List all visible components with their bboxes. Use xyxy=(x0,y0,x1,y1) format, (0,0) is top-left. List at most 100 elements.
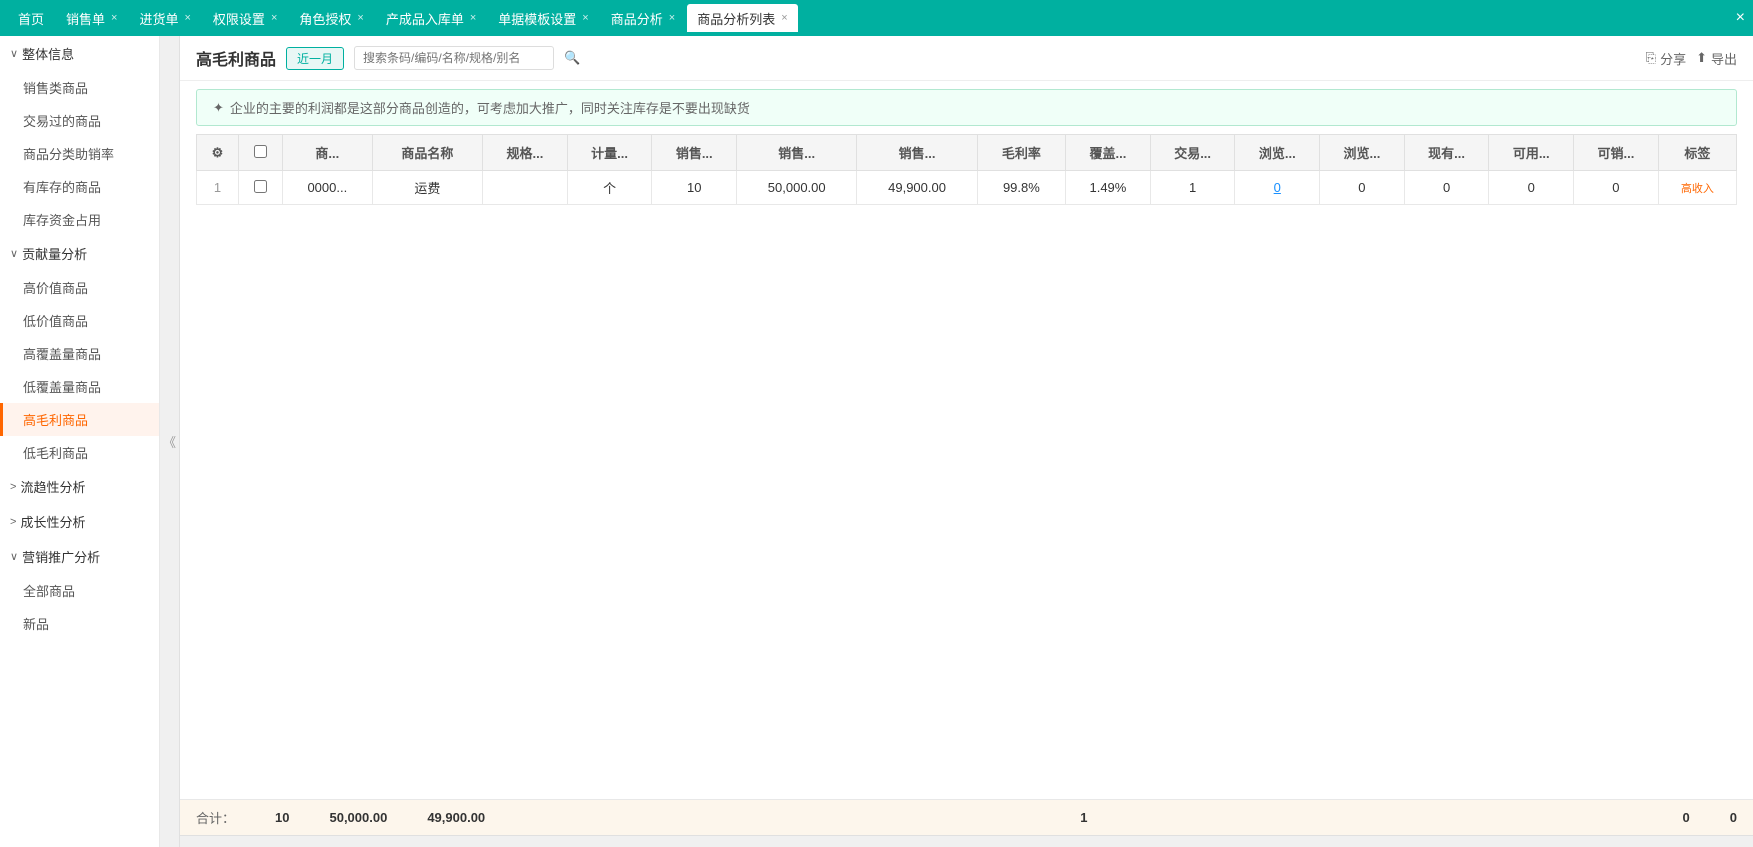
nav-item-商品分析列表[interactable]: 商品分析列表× xyxy=(687,4,797,32)
sidebar-item-低毛利商品[interactable]: 低毛利商品 xyxy=(0,436,159,469)
export-icon: ⬆ xyxy=(1696,50,1707,66)
sidebar-toggle[interactable]: 《 xyxy=(160,36,180,847)
footer-summary: 合计： 10 50,000.00 49,900.00 1 0 0 xyxy=(180,799,1753,835)
cell-sales_cost: 49,900.00 xyxy=(857,171,977,205)
filter-recent-month[interactable]: 近一月 xyxy=(286,47,344,70)
close-tab-icon[interactable]: × xyxy=(669,12,675,24)
notice-text: 企业的主要的利润都是这部分商品创造的，可考虑加大推广，同时关注库存是不要出现缺货 xyxy=(230,98,750,117)
close-tab-icon[interactable]: × xyxy=(470,12,476,24)
cell-browse1: 0 xyxy=(1235,171,1320,205)
cell-sales_amount: 50,000.00 xyxy=(737,171,857,205)
nav-item-进货单[interactable]: 进货单× xyxy=(129,4,200,32)
sidebar-group-营销推广分析[interactable]: ∨营销推广分析 xyxy=(0,539,159,574)
close-tab-icon[interactable]: × xyxy=(357,12,363,24)
cell-code: 0000... xyxy=(283,171,373,205)
sidebar-item-高价值商品[interactable]: 高价值商品 xyxy=(0,271,159,304)
table-row: 10000...运费个1050,000.0049,900.0099.8%1.49… xyxy=(197,171,1737,205)
sidebar-group-贡献量分析[interactable]: ∨贡献量分析 xyxy=(0,236,159,271)
col-header-tag[interactable]: 标签 xyxy=(1658,135,1736,171)
sidebar-item-高毛利商品[interactable]: 高毛利商品 xyxy=(0,403,159,436)
sidebar-item-高覆盖量商品[interactable]: 高覆盖量商品 xyxy=(0,337,159,370)
footer-sales-amount: 50,000.00 xyxy=(329,810,387,825)
content-header: 高毛利商品 近一月 🔍 ⎘ 分享 ⬆ 导出 xyxy=(180,36,1753,81)
cell-available: 0 xyxy=(1489,171,1574,205)
footer-sales-qty: 10 xyxy=(275,810,289,825)
cell-trade: 1 xyxy=(1150,171,1235,205)
group-label: 贡献量分析 xyxy=(22,244,87,263)
nav-item-首页[interactable]: 首页 xyxy=(8,4,54,32)
sidebar: ∨整体信息销售类商品交易过的商品商品分类助销率有库存的商品库存资金占用∨贡献量分… xyxy=(0,36,160,847)
close-tab-icon[interactable]: × xyxy=(184,12,190,24)
group-label: 成长性分析 xyxy=(20,512,85,531)
browse-link[interactable]: 0 xyxy=(1274,180,1281,195)
sidebar-item-低覆盖量商品[interactable]: 低覆盖量商品 xyxy=(0,370,159,403)
cell-coverage: 1.49% xyxy=(1066,171,1151,205)
nav-close-all[interactable]: × xyxy=(1736,9,1745,27)
sidebar-item-销售类商品[interactable]: 销售类商品 xyxy=(0,71,159,104)
notice-bar: ✦ 企业的主要的利润都是这部分商品创造的，可考虑加大推广，同时关注库存是不要出现… xyxy=(196,89,1737,126)
notice-icon: ✦ xyxy=(213,100,224,116)
row-checkbox[interactable] xyxy=(254,180,267,193)
footer-available: 0 xyxy=(1683,810,1690,825)
cell-sales_qty: 10 xyxy=(652,171,737,205)
sidebar-item-库存资金占用[interactable]: 库存资金占用 xyxy=(0,203,159,236)
sidebar-item-低价值商品[interactable]: 低价值商品 xyxy=(0,304,159,337)
col-header-current[interactable]: 现有... xyxy=(1404,135,1489,171)
table-body: 10000...运费个1050,000.0049,900.0099.8%1.49… xyxy=(197,171,1737,205)
search-input[interactable] xyxy=(354,46,554,70)
cell-browse2: 0 xyxy=(1320,171,1405,205)
col-header-sellable[interactable]: 可销... xyxy=(1574,135,1659,171)
close-tab-icon[interactable]: × xyxy=(781,12,787,24)
col-header-gross_margin[interactable]: 毛利率 xyxy=(977,135,1065,171)
col-header-spec[interactable]: 规格... xyxy=(483,135,568,171)
group-arrow-icon: > xyxy=(10,481,16,493)
col-header-browse1[interactable]: 浏览... xyxy=(1235,135,1320,171)
cell-current: 0 xyxy=(1404,171,1489,205)
horizontal-scrollbar[interactable] xyxy=(180,835,1753,847)
col-header-code: 商... xyxy=(283,135,373,171)
nav-item-单据模板设置[interactable]: 单据模板设置× xyxy=(488,4,598,32)
footer-trade: 1 xyxy=(1080,810,1087,825)
nav-item-角色授权[interactable]: 角色授权× xyxy=(289,4,373,32)
col-header-name[interactable]: 商品名称 xyxy=(372,135,482,171)
col-header-setting: ⚙ xyxy=(197,135,239,171)
nav-item-权限设置[interactable]: 权限设置× xyxy=(203,4,287,32)
col-header-trade[interactable]: 交易... xyxy=(1150,135,1235,171)
select-all-checkbox[interactable] xyxy=(254,145,267,158)
col-header-coverage[interactable]: 覆盖... xyxy=(1066,135,1151,171)
settings-icon[interactable]: ⚙ xyxy=(212,145,224,160)
col-header-sales_cost[interactable]: 销售... xyxy=(857,135,977,171)
nav-item-产成品入库单[interactable]: 产成品入库单× xyxy=(376,4,486,32)
col-header-sales_amount[interactable]: 销售... xyxy=(737,135,857,171)
sidebar-group-成长性分析[interactable]: > 成长性分析 xyxy=(0,504,159,539)
cell-setting: 1 xyxy=(197,171,239,205)
group-arrow-icon: ∨ xyxy=(10,550,18,563)
sidebar-item-交易过的商品[interactable]: 交易过的商品 xyxy=(0,104,159,137)
sidebar-item-有库存的商品[interactable]: 有库存的商品 xyxy=(0,170,159,203)
export-button[interactable]: ⬆ 导出 xyxy=(1696,49,1737,68)
col-header-unit[interactable]: 计量... xyxy=(567,135,652,171)
sidebar-item-商品分类助销率[interactable]: 商品分类助销率 xyxy=(0,137,159,170)
col-header-sales_qty[interactable]: 销售... xyxy=(652,135,737,171)
header-actions: ⎘ 分享 ⬆ 导出 xyxy=(1646,49,1737,68)
close-tab-icon[interactable]: × xyxy=(582,12,588,24)
cell-tag: 高收入 xyxy=(1658,171,1736,205)
nav-item-销售单[interactable]: 销售单× xyxy=(56,4,127,32)
cell-sellable: 0 xyxy=(1574,171,1659,205)
sidebar-item-全部商品[interactable]: 全部商品 xyxy=(0,574,159,607)
col-header-browse2[interactable]: 浏览... xyxy=(1320,135,1405,171)
sidebar-item-新品[interactable]: 新品 xyxy=(0,607,159,640)
sidebar-group-整体信息[interactable]: ∨整体信息 xyxy=(0,36,159,71)
col-header-available[interactable]: 可用... xyxy=(1489,135,1574,171)
search-icon[interactable]: 🔍 xyxy=(564,50,580,66)
share-icon: ⎘ xyxy=(1646,50,1656,66)
content-area: 高毛利商品 近一月 🔍 ⎘ 分享 ⬆ 导出 ✦ 企业的主要的利润都是这部分商品创… xyxy=(180,36,1753,847)
close-tab-icon[interactable]: × xyxy=(111,12,117,24)
sidebar-group-流趋性分析[interactable]: >流趋性分析 xyxy=(0,469,159,504)
group-arrow-icon: > xyxy=(10,516,16,528)
cell-checkbox xyxy=(238,171,282,205)
col-header-checkbox xyxy=(238,135,282,171)
close-tab-icon[interactable]: × xyxy=(271,12,277,24)
share-button[interactable]: ⎘ 分享 xyxy=(1646,49,1686,68)
nav-item-商品分析[interactable]: 商品分析× xyxy=(601,4,685,32)
